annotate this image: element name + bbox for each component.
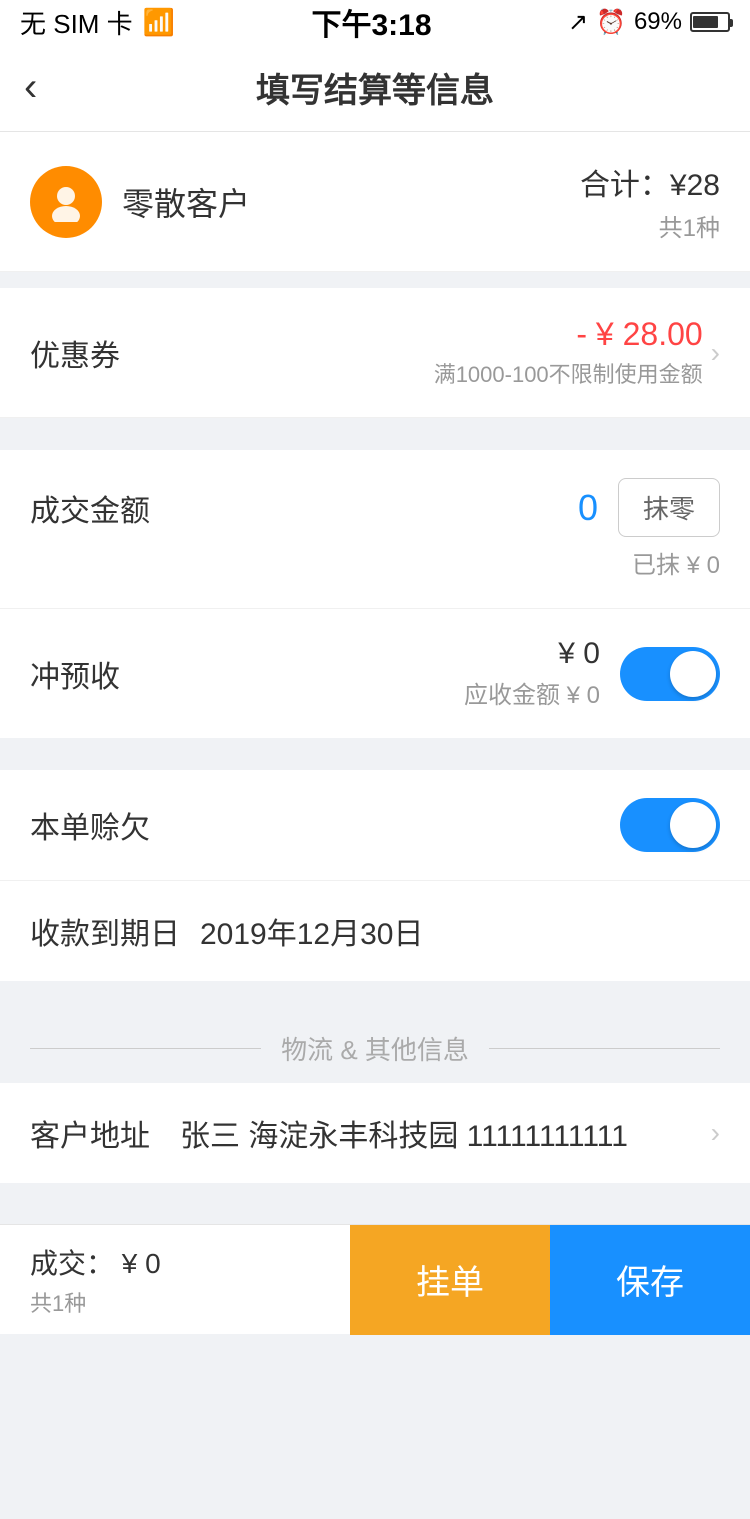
address-label: 客户地址 [30, 1111, 150, 1155]
bottom-deal-label: 成交： [30, 1248, 114, 1279]
total-count: 共1种 [580, 208, 720, 243]
wifi-icon: 📶 [143, 7, 175, 38]
battery-percent: 69% [634, 8, 682, 36]
amount-right: 0 抹零 [578, 478, 720, 537]
section-divider-3 [0, 997, 750, 1013]
section-divider-1 [0, 434, 750, 450]
bottom-deal-amount: ¥ 0 [122, 1248, 161, 1279]
deal-amount-label: 成交金额 [30, 486, 150, 530]
bottom-count: 共1种 [30, 1286, 320, 1318]
coupon-row[interactable]: 优惠券 - ¥ 28.00 满1000-100不限制使用金额 › [0, 288, 750, 418]
duedate-section: 收款到期日 2019年12月30日 [0, 880, 750, 981]
section-divider-2 [0, 754, 750, 770]
duedate-value: 2019年12月30日 [200, 909, 423, 953]
avatar-icon [46, 182, 86, 222]
back-button[interactable]: ‹ [24, 65, 37, 110]
amount-row: 成交金额 0 抹零 [30, 478, 720, 537]
status-time: 下午3:18 [311, 0, 431, 44]
debt-toggle[interactable] [620, 798, 720, 852]
battery-icon [690, 12, 730, 32]
debt-label: 本单赊欠 [30, 803, 150, 847]
prepay-values: ¥ 0 应收金额 ¥ 0 [464, 637, 600, 710]
address-card[interactable]: 客户地址 张三 海淀永丰科技园 11111111111 › [0, 1083, 750, 1183]
logistics-label: 物流 & 其他信息 [261, 1030, 489, 1067]
coupon-desc: 满1000-100不限制使用金额 [434, 357, 703, 389]
coupon-label: 优惠券 [30, 331, 120, 375]
coupon-right: - ¥ 28.00 满1000-100不限制使用金额 › [434, 316, 720, 389]
page-title: 填写结算等信息 [256, 63, 494, 112]
customer-row: 零散客户 合计：¥28 共1种 [0, 132, 750, 272]
prepay-label: 冲预收 [30, 652, 120, 696]
deal-amount-value: 0 [578, 487, 598, 529]
save-button-label: 保存 [616, 1255, 684, 1304]
bottom-deal: 成交： ¥ 0 [30, 1242, 320, 1282]
address-section[interactable]: 客户地址 张三 海淀永丰科技园 11111111111 › [0, 1083, 750, 1183]
amount-sub: 已抹 ¥ 0 [30, 545, 720, 580]
bottom-bar: 成交： ¥ 0 共1种 挂单 保存 [0, 1224, 750, 1334]
round-zero-button[interactable]: 抹零 [618, 478, 720, 537]
prepay-row: 冲预收 ¥ 0 应收金额 ¥ 0 [30, 637, 720, 710]
logistics-section: 物流 & 其他信息 [0, 1013, 750, 1083]
save-button[interactable]: 保存 [550, 1225, 750, 1335]
duedate-row: 收款到期日 2019年12月30日 [30, 909, 720, 953]
total-amount: 合计：¥28 [580, 160, 720, 204]
customer-name: 零散客户 [122, 179, 250, 225]
prepay-sub-value: 应收金额 ¥ 0 [464, 675, 600, 710]
location-icon: ↗ [568, 8, 588, 37]
prepay-toggle[interactable] [620, 647, 720, 701]
deal-amount-card: 成交金额 0 抹零 已抹 ¥ 0 冲预收 ¥ 0 应收金额 ¥ 0 [0, 450, 750, 738]
debt-toggle-knob [670, 802, 716, 848]
address-value: 张三 海淀永丰科技园 11111111111 [180, 1111, 703, 1155]
debt-card: 本单赊欠 收款到期日 2019年12月30日 [0, 770, 750, 981]
nav-bar: ‹ 填写结算等信息 [0, 44, 750, 132]
coupon-values: - ¥ 28.00 满1000-100不限制使用金额 [434, 316, 703, 389]
hold-button-label: 挂单 [416, 1255, 484, 1304]
toggle-knob [670, 651, 716, 697]
alarm-icon: ⏰ [596, 8, 626, 37]
status-right: ↗ ⏰ 69% [568, 8, 730, 37]
hold-button[interactable]: 挂单 [350, 1225, 550, 1335]
avatar [30, 166, 102, 238]
duedate-label: 收款到期日 [30, 909, 180, 953]
address-chevron-icon: › [711, 1117, 720, 1149]
customer-left: 零散客户 [30, 166, 250, 238]
chevron-right-icon: › [711, 337, 720, 369]
status-left: 无 SIM 卡 📶 [20, 4, 175, 41]
customer-right: 合计：¥28 共1种 [580, 160, 720, 243]
debt-section: 本单赊欠 [0, 770, 750, 880]
debt-row: 本单赊欠 [30, 798, 720, 852]
coupon-card[interactable]: 优惠券 - ¥ 28.00 满1000-100不限制使用金额 › [0, 288, 750, 418]
coupon-discount: - ¥ 28.00 [434, 316, 703, 353]
customer-card: 零散客户 合计：¥28 共1种 [0, 132, 750, 272]
sim-label: 无 SIM 卡 [20, 4, 133, 41]
bottom-info: 成交： ¥ 0 共1种 [0, 1242, 350, 1318]
prepay-right: ¥ 0 应收金额 ¥ 0 [464, 637, 720, 710]
prepay-section: 冲预收 ¥ 0 应收金额 ¥ 0 [0, 609, 750, 738]
prepay-main-value: ¥ 0 [464, 637, 600, 671]
status-bar: 无 SIM 卡 📶 下午3:18 ↗ ⏰ 69% [0, 0, 750, 44]
amount-section: 成交金额 0 抹零 已抹 ¥ 0 [0, 450, 750, 609]
